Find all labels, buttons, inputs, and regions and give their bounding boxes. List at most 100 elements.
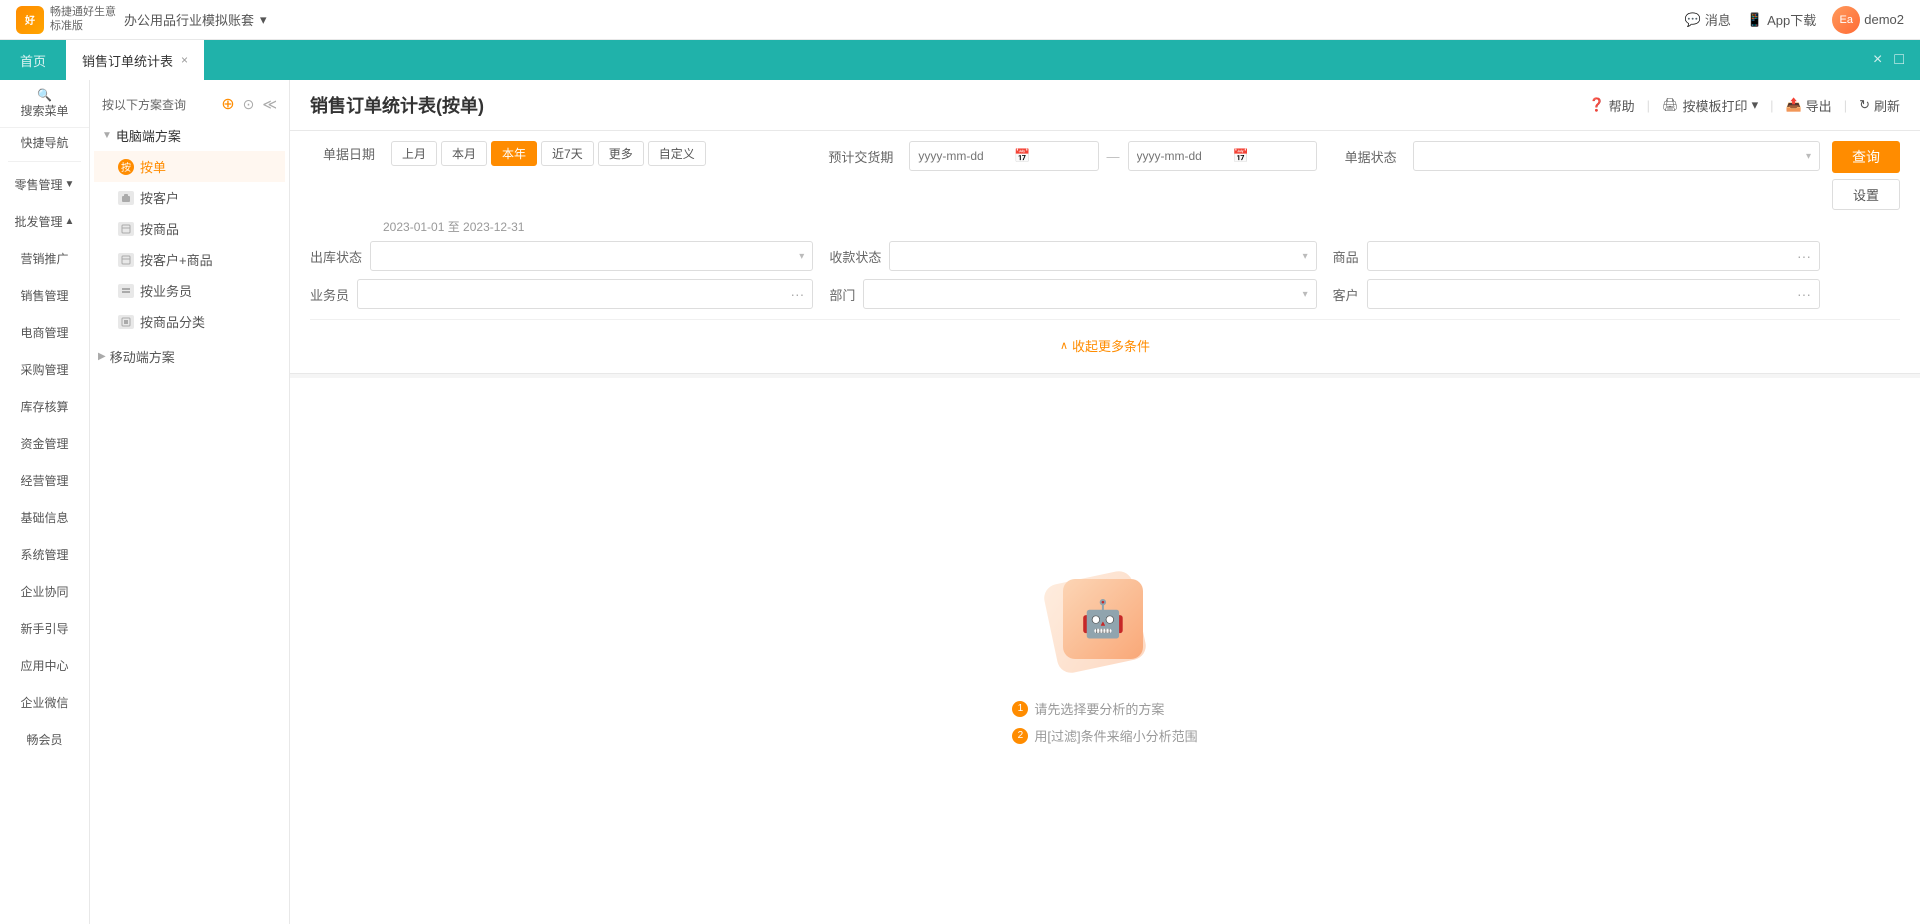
message-btn[interactable]: 💬 消息 bbox=[1685, 10, 1731, 29]
date-btn-this-year[interactable]: 本年 bbox=[491, 141, 537, 166]
sidebar-item-apps[interactable]: 应用中心 bbox=[0, 647, 89, 684]
win-close-icon[interactable]: × bbox=[1873, 51, 1882, 69]
empty-hint-1: 1 请先选择要分析的方案 bbox=[1012, 699, 1197, 718]
customer-dots-icon: ··· bbox=[1797, 286, 1811, 302]
sidebar-item-wholesale[interactable]: 批发管理 ▲ bbox=[0, 203, 89, 240]
empty-illustration: 🤖 bbox=[1045, 557, 1165, 667]
sidebar-item-operations[interactable]: 经营管理 bbox=[0, 462, 89, 499]
customer-input[interactable]: ··· bbox=[1367, 279, 1820, 309]
sidebar-item-retail[interactable]: 零售管理 ▼ bbox=[0, 166, 89, 203]
scheme-by-category-icon bbox=[118, 315, 134, 329]
page-header-actions: ❓ 帮助 | 🖨 按模板打印 ▾ | 📤 导出 | bbox=[1588, 96, 1900, 127]
query-button[interactable]: 查询 bbox=[1832, 141, 1900, 173]
tab-close-icon[interactable]: × bbox=[181, 53, 188, 67]
content-area: 按以下方案查询 ⊕ ⊙ ≪ ▼ 电脑端方案 按 按单 bbox=[90, 80, 1920, 924]
sidebar-item-marketing[interactable]: 营销推广 bbox=[0, 240, 89, 277]
scheme-item-by-salesman[interactable]: 按业务员 bbox=[94, 275, 285, 306]
logo-text: 畅捷通好生意 标准版 bbox=[50, 6, 116, 32]
payment-status-select[interactable]: ▾ bbox=[889, 241, 1316, 271]
sidebar-item-basics[interactable]: 基础信息 bbox=[0, 499, 89, 536]
window-controls: × □ bbox=[1873, 51, 1920, 69]
scheme-by-cg-icon bbox=[118, 253, 134, 267]
expected-date-from-input[interactable]: 📅 bbox=[909, 141, 1098, 171]
scheme-collapse-btn[interactable]: ≪ bbox=[262, 96, 277, 113]
export-btn[interactable]: 📤 导出 bbox=[1785, 96, 1831, 115]
date-label: 单据日期 bbox=[310, 144, 375, 163]
search-icon: 🔍 bbox=[37, 88, 52, 102]
goods-input[interactable]: ··· bbox=[1367, 241, 1820, 271]
help-btn[interactable]: ❓ 帮助 bbox=[1588, 96, 1634, 115]
print-btn[interactable]: 🖨 按模板打印 ▾ bbox=[1662, 96, 1758, 115]
sidebar-item-wechat[interactable]: 企业微信 bbox=[0, 684, 89, 721]
refresh-btn[interactable]: ↻ 刷新 bbox=[1859, 96, 1900, 115]
scheme-item-by-goods[interactable]: 按商品 bbox=[94, 213, 285, 244]
collapse-icon: ∧ bbox=[1060, 339, 1068, 352]
date-btn-7days[interactable]: 近7天 bbox=[541, 141, 594, 166]
settings-button[interactable]: 设置 bbox=[1832, 179, 1900, 210]
sidebar-quick-nav[interactable]: 快捷导航 bbox=[0, 128, 89, 157]
date-btn-custom[interactable]: 自定义 bbox=[648, 141, 706, 166]
salesman-label: 业务员 bbox=[310, 285, 349, 304]
scheme-by-goods-icon bbox=[118, 222, 134, 236]
topbar-right: 💬 消息 📱 App下载 Ea demo2 bbox=[1685, 6, 1904, 34]
scheme-pc-section: ▼ 电脑端方案 按 按单 按客户 按商品 bbox=[90, 120, 289, 337]
empty-num-1: 1 bbox=[1012, 701, 1028, 717]
scheme-by-order-icon: 按 bbox=[118, 159, 134, 175]
sidebar-item-member[interactable]: 畅会员 bbox=[0, 721, 89, 758]
expected-date-to-field[interactable] bbox=[1137, 149, 1227, 163]
scheme-mobile-section[interactable]: ▶ 移动端方案 bbox=[90, 341, 289, 372]
topbar: 好 畅捷通好生意 标准版 办公用品行业模拟账套 ▾ 💬 消息 📱 App下载 E… bbox=[0, 0, 1920, 40]
scheme-panel: 按以下方案查询 ⊕ ⊙ ≪ ▼ 电脑端方案 按 按单 bbox=[90, 80, 290, 924]
payment-status-label: 收款状态 bbox=[829, 247, 881, 266]
download-icon: 📱 bbox=[1747, 12, 1763, 28]
payment-status-arrow-icon: ▾ bbox=[1303, 251, 1308, 262]
tab-home[interactable]: 首页 bbox=[0, 40, 66, 80]
status-label: 单据状态 bbox=[1317, 147, 1397, 166]
scheme-item-by-customer-goods[interactable]: 按客户+商品 bbox=[94, 244, 285, 275]
topbar-left: 好 畅捷通好生意 标准版 办公用品行业模拟账套 ▾ bbox=[16, 6, 267, 34]
user-menu[interactable]: Ea demo2 bbox=[1832, 6, 1904, 34]
scheme-add-btn[interactable]: ⊕ bbox=[221, 94, 234, 114]
salesman-input[interactable]: ··· bbox=[357, 279, 813, 309]
app-title-arrow[interactable]: ▾ bbox=[260, 12, 267, 28]
scheme-by-salesman-icon bbox=[118, 284, 134, 298]
date-btn-more[interactable]: 更多 bbox=[598, 141, 644, 166]
page-title: 销售订单统计表(按单) bbox=[310, 92, 484, 130]
tab-active[interactable]: 销售订单统计表 × bbox=[66, 40, 204, 80]
scheme-item-by-customer[interactable]: 按客户 bbox=[94, 182, 285, 213]
empty-hint-2: 2 用[过滤]条件来缩小分析范围 bbox=[1012, 726, 1197, 745]
salesman-dots-icon: ··· bbox=[790, 286, 804, 302]
empty-state: 🤖 1 请先选择要分析的方案 2 用[过滤]条件来缩小分析范围 bbox=[290, 378, 1920, 924]
out-status-select[interactable]: ▾ bbox=[370, 241, 813, 271]
scheme-edit-btn[interactable]: ⊙ bbox=[243, 96, 255, 113]
sidebar-search[interactable]: 🔍 搜索菜单 bbox=[0, 80, 89, 128]
customer-label: 客户 bbox=[1333, 285, 1359, 304]
date-btn-this-month[interactable]: 本月 bbox=[441, 141, 487, 166]
tabbar: 首页 销售订单统计表 × × □ bbox=[0, 40, 1920, 80]
sidebar-item-inventory[interactable]: 库存核算 bbox=[0, 388, 89, 425]
sidebar-item-finance[interactable]: 资金管理 bbox=[0, 425, 89, 462]
empty-num-2: 2 bbox=[1012, 728, 1028, 744]
status-select[interactable]: ▾ bbox=[1413, 141, 1820, 171]
app-download-btn[interactable]: 📱 App下载 bbox=[1747, 10, 1816, 29]
date-btn-last-month[interactable]: 上月 bbox=[391, 141, 437, 166]
scheme-pc-title[interactable]: ▼ 电脑端方案 bbox=[94, 120, 285, 151]
logo-icon: 好 bbox=[16, 6, 44, 34]
sidebar-item-system[interactable]: 系统管理 bbox=[0, 536, 89, 573]
out-status-label: 出库状态 bbox=[310, 247, 362, 266]
dept-select[interactable]: ▾ bbox=[863, 279, 1316, 309]
sidebar-item-enterprise[interactable]: 企业协同 bbox=[0, 573, 89, 610]
sidebar-item-sales[interactable]: 销售管理 bbox=[0, 277, 89, 314]
filter-area: 单据日期 上月 本月 本年 近7天 更多 自定义 预计交货期 bbox=[290, 131, 1920, 374]
expected-date-from-field[interactable] bbox=[918, 149, 1008, 163]
app-title-area[interactable]: 办公用品行业模拟账套 ▾ bbox=[124, 10, 267, 29]
win-max-icon[interactable]: □ bbox=[1894, 51, 1904, 69]
app-title: 办公用品行业模拟账套 bbox=[124, 10, 254, 29]
collapse-btn[interactable]: ∧ 收起更多条件 bbox=[310, 328, 1900, 363]
scheme-item-by-category[interactable]: 按商品分类 bbox=[94, 306, 285, 337]
expected-date-to-input[interactable]: 📅 bbox=[1128, 141, 1317, 171]
sidebar-item-tutorial[interactable]: 新手引导 bbox=[0, 610, 89, 647]
scheme-item-by-order[interactable]: 按 按单 bbox=[94, 151, 285, 182]
sidebar-item-purchase[interactable]: 采购管理 bbox=[0, 351, 89, 388]
sidebar-item-ecommerce[interactable]: 电商管理 bbox=[0, 314, 89, 351]
